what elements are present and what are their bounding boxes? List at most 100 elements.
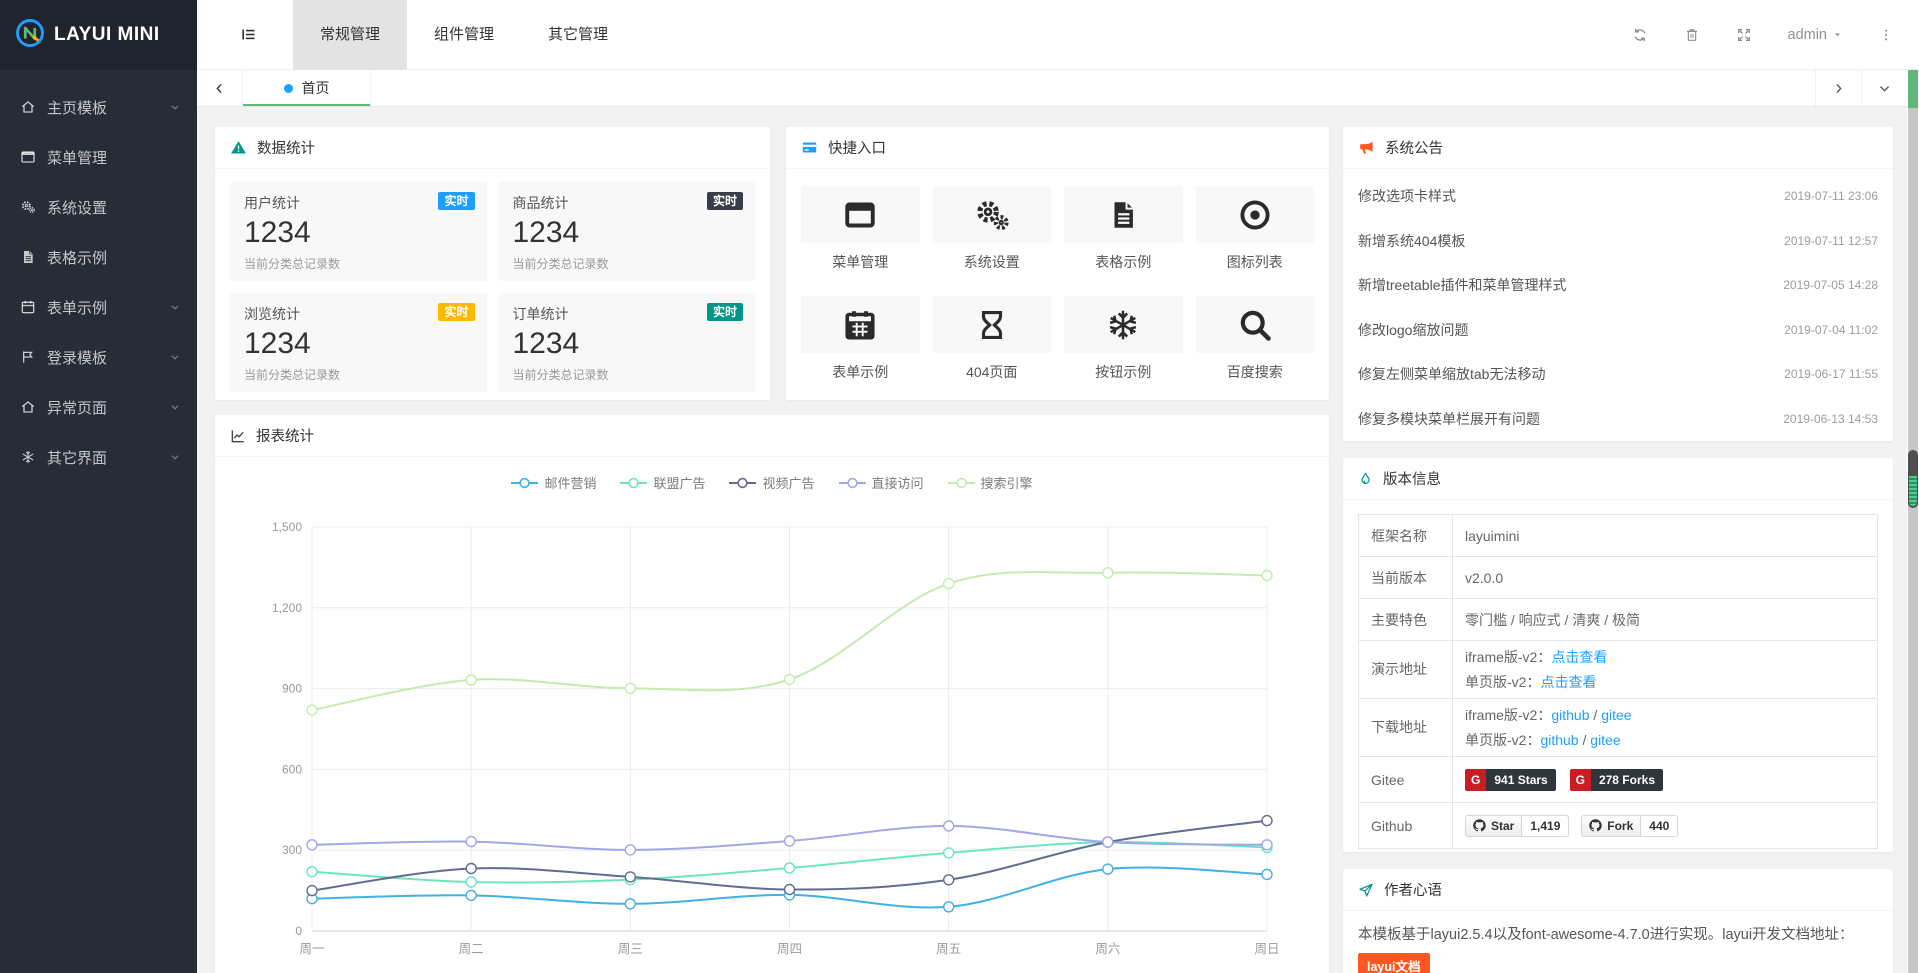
status-badge: 实时	[707, 192, 743, 210]
announcement-item[interactable]: 修改选项卡样式 2019-07-11 23:06	[1358, 174, 1878, 219]
more-menu-icon[interactable]	[1879, 27, 1893, 43]
announcement-item[interactable]: 修复左侧菜单缩放tab无法移动 2019-06-17 11:55	[1358, 352, 1878, 397]
svg-text:周三: 周三	[618, 942, 643, 956]
chart-point	[466, 877, 476, 887]
chevron-down-icon	[169, 101, 181, 113]
download-github-link[interactable]: github	[1540, 732, 1578, 748]
tab-scroll-right-button[interactable]	[1815, 70, 1861, 106]
tab-scroll-left-button[interactable]	[197, 70, 243, 106]
gitee-forks-badge[interactable]: G 278 Forks	[1570, 769, 1663, 791]
scrollbar-thumb-top[interactable]	[1908, 70, 1918, 108]
gitee-stars-badge[interactable]: G 941 Stars	[1465, 769, 1556, 791]
stat-card-users[interactable]: 用户统计 实时 1234 当前分类总记录数	[230, 182, 487, 281]
chevron-down-icon	[169, 451, 181, 463]
gears-icon	[20, 199, 37, 215]
header-tab-components[interactable]: 组件管理	[407, 0, 521, 70]
download-github-link[interactable]: github	[1551, 707, 1589, 723]
stat-card-orders[interactable]: 订单统计 实时 1234 当前分类总记录数	[499, 293, 756, 392]
line-chart[interactable]: 03006009001,2001,500周一周二周三周四周五周六周日	[215, 492, 1329, 973]
quick-tile-menu[interactable]: 菜单管理	[801, 186, 920, 272]
sidebar-item-system-settings[interactable]: 系统设置	[0, 182, 197, 232]
legend-marker-icon	[511, 477, 538, 489]
legend-item[interactable]: 视频广告	[729, 473, 814, 492]
legend-item[interactable]: 搜索引擎	[948, 473, 1033, 492]
paper-plane-icon	[1358, 882, 1374, 898]
stat-card-views[interactable]: 浏览统计 实时 1234 当前分类总记录数	[230, 293, 487, 392]
quick-tiles: 菜单管理 系统设置 表格示例	[786, 169, 1329, 382]
sidebar-item-other-pages[interactable]: 其它界面	[0, 432, 197, 482]
sidebar-item-form-examples[interactable]: 表单示例	[0, 282, 197, 332]
tab-home[interactable]: 首页	[243, 70, 371, 106]
trash-icon[interactable]	[1684, 27, 1700, 43]
current-version: v2.0.0	[1453, 557, 1878, 599]
quick-tile-settings[interactable]: 系统设置	[933, 186, 1052, 272]
quick-tile-icons[interactable]: 图标列表	[1196, 186, 1315, 272]
chart-point	[1103, 568, 1113, 578]
sidebar-item-login-templates[interactable]: 登录模板	[0, 332, 197, 382]
announcement-list: 修改选项卡样式 2019-07-11 23:06 新增系统404模板 2019-…	[1343, 169, 1893, 446]
collapse-sidebar-icon[interactable]	[219, 26, 277, 43]
legend-item[interactable]: 邮件营销	[511, 473, 596, 492]
quick-tile-404[interactable]: 404页面	[933, 296, 1052, 382]
chart-point	[307, 867, 317, 877]
announcement-item[interactable]: 修复多模块菜单栏展开有问题 2019-06-13 14:53	[1358, 397, 1878, 442]
chart-point	[307, 705, 317, 715]
legend-item[interactable]: 直接访问	[839, 473, 924, 492]
legend-item[interactable]: 联盟广告	[620, 473, 705, 492]
refresh-icon[interactable]	[1632, 27, 1648, 43]
demo-iframe-link[interactable]: 点击查看	[1551, 649, 1607, 665]
username: admin	[1788, 27, 1828, 43]
window-icon	[20, 149, 37, 165]
chevron-down-icon	[1877, 81, 1892, 96]
github-star-button[interactable]: Star 1,419	[1465, 815, 1569, 837]
stat-card-products[interactable]: 商品统计 实时 1234 当前分类总记录数	[499, 182, 756, 281]
top-header: 常规管理 组件管理 其它管理 admin	[197, 0, 1919, 70]
hourglass-icon	[975, 308, 1009, 342]
panel-report-statistics: 报表统计 邮件营销联盟广告视频广告直接访问搜索引擎 03006009001,20…	[215, 415, 1329, 973]
megaphone-icon	[1358, 139, 1375, 156]
quick-tile-table[interactable]: 表格示例	[1064, 186, 1183, 272]
sidebar-item-menu-management[interactable]: 菜单管理	[0, 132, 197, 182]
layui-docs-button[interactable]: layui文档	[1358, 953, 1430, 973]
download-gitee-link[interactable]: gitee	[1601, 707, 1631, 723]
chart-point	[466, 890, 476, 900]
status-badge: 实时	[707, 303, 743, 321]
tab-home-label: 首页	[302, 78, 330, 98]
chevron-down-icon	[169, 301, 181, 313]
scrollbar-track[interactable]	[1908, 107, 1918, 973]
app-window: LAYUI MINI 主页模板 菜单管理 系统设置 表格示例 表单	[0, 0, 1919, 973]
announcement-item[interactable]: 新增系统404模板 2019-07-11 12:57	[1358, 219, 1878, 264]
panel-system-announcements: 系统公告 修改选项卡样式 2019-07-11 23:06 新增系统404模板 …	[1343, 127, 1893, 441]
quick-tile-form[interactable]: 表单示例	[801, 296, 920, 382]
stat-desc: 当前分类总记录数	[244, 366, 473, 383]
download-gitee-link[interactable]: gitee	[1590, 732, 1620, 748]
panel-title: 快捷入口	[828, 137, 886, 158]
fullscreen-icon[interactable]	[1736, 27, 1752, 43]
chart-point	[307, 886, 317, 896]
github-fork-button[interactable]: Fork 440	[1581, 815, 1678, 837]
announcement-item[interactable]: 新增treetable插件和菜单管理样式 2019-07-05 14:28	[1358, 263, 1878, 308]
sidebar-item-error-pages[interactable]: 异常页面	[0, 382, 197, 432]
quick-tile-baidu-search[interactable]: 百度搜索	[1196, 296, 1315, 382]
chart-point	[625, 845, 635, 855]
quick-tile-buttons[interactable]: 按钮示例	[1064, 296, 1183, 382]
svg-text:0: 0	[295, 924, 302, 938]
line-chart-icon	[230, 428, 246, 444]
sidebar-item-home-templates[interactable]: 主页模板	[0, 82, 197, 132]
active-tab-dot	[284, 84, 293, 93]
chart-point	[785, 863, 795, 873]
caret-down-icon	[1832, 29, 1843, 40]
header-tab-general[interactable]: 常规管理	[293, 0, 407, 70]
tab-actions-dropdown-button[interactable]	[1861, 70, 1907, 106]
sidebar-item-label: 主页模板	[47, 97, 107, 118]
chart-point	[1103, 837, 1113, 847]
chart-point	[625, 872, 635, 882]
status-badge: 实时	[438, 303, 474, 321]
user-dropdown[interactable]: admin	[1788, 27, 1844, 43]
scrollbar-thumb[interactable]	[1908, 450, 1918, 508]
header-tab-other[interactable]: 其它管理	[521, 0, 635, 70]
demo-spa-link[interactable]: 点击查看	[1540, 674, 1596, 690]
sidebar-item-table-examples[interactable]: 表格示例	[0, 232, 197, 282]
logo[interactable]: LAYUI MINI	[0, 0, 197, 70]
announcement-item[interactable]: 修改logo缩放问题 2019-07-04 11:02	[1358, 308, 1878, 353]
